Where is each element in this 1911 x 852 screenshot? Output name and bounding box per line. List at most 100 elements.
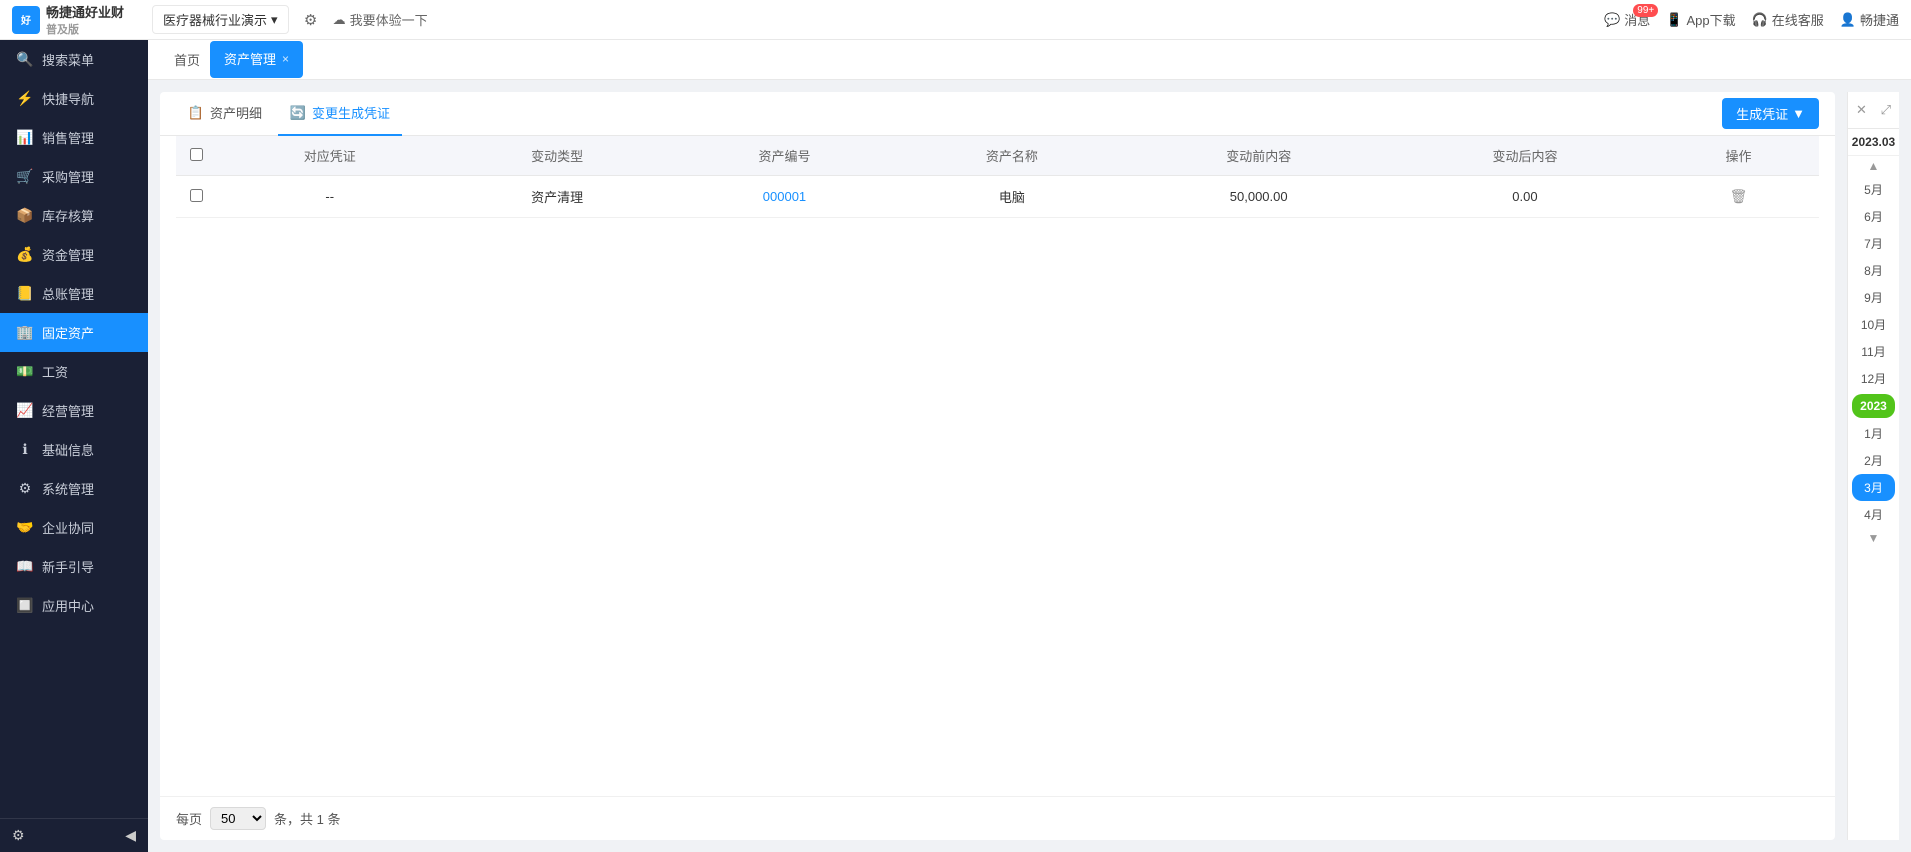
- inner-tab-asset-detail[interactable]: 📋 资产明细: [176, 92, 274, 136]
- right-panel-expand-icon[interactable]: ⤢: [1879, 100, 1893, 120]
- inner-tab-change-voucher[interactable]: 🔄 变更生成凭证: [278, 92, 402, 136]
- sidebar-item-payroll[interactable]: 💵 工资: [0, 352, 148, 391]
- year-2023-label: 2023: [1852, 394, 1895, 418]
- col-action: 操作: [1658, 136, 1819, 176]
- cell-asset-name: 电脑: [898, 176, 1125, 218]
- sidebar: 🔍 搜索菜单 ⚡ 快捷导航 📊 销售管理 🛒 采购管理 📦 库存核算 💰 资金管…: [0, 40, 148, 852]
- tabs-bar: 首页 资产管理 ×: [148, 40, 1911, 80]
- sidebar-item-search[interactable]: 🔍 搜索菜单: [0, 40, 148, 79]
- right-panel-close-icon[interactable]: ✕: [1854, 100, 1869, 120]
- sidebar-item-sales[interactable]: 📊 销售管理: [0, 118, 148, 157]
- sidebar-item-enterprise[interactable]: 🤝 企业协同: [0, 508, 148, 547]
- col-voucher: 对应凭证: [216, 136, 443, 176]
- sidebar-item-guide[interactable]: 📖 新手引导: [0, 547, 148, 586]
- lightning-icon: ⚡: [16, 90, 34, 108]
- tab-asset-management[interactable]: 资产管理 ×: [210, 41, 303, 78]
- cell-action: 🗑: [1658, 176, 1819, 218]
- scroll-up-icon[interactable]: ▲: [1866, 158, 1882, 174]
- select-all-checkbox[interactable]: [190, 148, 203, 161]
- cell-before-content: 50,000.00: [1126, 176, 1392, 218]
- sidebar-item-app-center[interactable]: 🔲 应用中心: [0, 586, 148, 625]
- main-card: 📋 资产明细 🔄 变更生成凭证 生成凭证 ▼: [160, 92, 1835, 840]
- dropdown-icon: ▼: [1792, 106, 1805, 121]
- month-2[interactable]: 2月: [1848, 447, 1899, 474]
- cart-icon: 🛒: [16, 168, 34, 186]
- delete-row-button[interactable]: 🗑: [1724, 186, 1754, 207]
- trend-icon: 📈: [16, 402, 34, 420]
- cell-asset-code[interactable]: 000001: [671, 176, 898, 218]
- table-row: -- 资产清理 000001 电脑 50,000.00 0.00 🗑: [176, 176, 1819, 218]
- user-profile-button[interactable]: 👤 畅捷通: [1840, 10, 1899, 29]
- user-icon: 👤: [1840, 12, 1856, 28]
- month-6[interactable]: 6月: [1848, 203, 1899, 230]
- checkbox-header: [176, 136, 216, 176]
- page-size-select[interactable]: 50 10 20 100: [210, 807, 266, 830]
- row-select-checkbox[interactable]: [190, 189, 203, 202]
- content-area: 首页 资产管理 × 📋 资产明细 🔄 变更生成凭证: [148, 40, 1911, 852]
- sidebar-collapse-icon[interactable]: ◀: [125, 827, 136, 844]
- sidebar-bottom: ⚙ ◀: [0, 818, 148, 852]
- sidebar-item-funds[interactable]: 💰 资金管理: [0, 235, 148, 274]
- month-5[interactable]: 5月: [1848, 176, 1899, 203]
- brand-logo: 好 畅捷通好业财 普及版: [12, 2, 124, 37]
- info-icon: ℹ: [16, 441, 34, 459]
- table-wrapper: 对应凭证 变动类型 资产编号 资产名称 变动前内容 变动后内容 操作: [160, 136, 1835, 796]
- company-selector[interactable]: 医疗器械行业演示 ▾: [152, 5, 289, 34]
- month-3-current[interactable]: 3月: [1852, 474, 1895, 501]
- book-icon: 📒: [16, 285, 34, 303]
- gear-icon: ⚙: [16, 480, 34, 498]
- messages-button[interactable]: 💬 消息 99+: [1604, 10, 1650, 29]
- brand-name: 畅捷通好业财 普及版: [46, 2, 124, 37]
- header-left: 好 畅捷通好业财 普及版 医疗器械行业演示 ▾ ⚙ ☁ 我要体验一下: [12, 2, 1604, 37]
- sidebar-item-system[interactable]: ⚙ 系统管理: [0, 469, 148, 508]
- tab-close-icon[interactable]: ×: [282, 52, 289, 66]
- list-icon: 📋: [188, 105, 204, 121]
- app-download-button[interactable]: 📱 App下载: [1666, 10, 1735, 29]
- month-1[interactable]: 1月: [1848, 420, 1899, 447]
- generate-voucher-button[interactable]: 生成凭证 ▼: [1722, 98, 1819, 129]
- scroll-down-icon[interactable]: ▼: [1866, 530, 1882, 546]
- month-9[interactable]: 9月: [1848, 284, 1899, 311]
- cell-voucher: --: [216, 176, 443, 218]
- chart-icon: 📊: [16, 129, 34, 147]
- data-table: 对应凭证 变动类型 资产编号 资产名称 变动前内容 变动后内容 操作: [176, 136, 1819, 218]
- right-panel-year: 2023.03: [1848, 129, 1899, 156]
- tab-home[interactable]: 首页: [164, 42, 210, 77]
- customer-service-button[interactable]: 🎧 在线客服: [1752, 10, 1824, 29]
- month-10[interactable]: 10月: [1848, 311, 1899, 338]
- money-icon: 💰: [16, 246, 34, 264]
- sidebar-item-inventory[interactable]: 📦 库存核算: [0, 196, 148, 235]
- month-8[interactable]: 8月: [1848, 257, 1899, 284]
- toolbar-area: 生成凭证 ▼: [406, 98, 1819, 129]
- sidebar-item-quicknav[interactable]: ⚡ 快捷导航: [0, 79, 148, 118]
- inner-tabs: 📋 资产明细 🔄 变更生成凭证 生成凭证 ▼: [160, 92, 1835, 136]
- sidebar-item-purchase[interactable]: 🛒 采购管理: [0, 157, 148, 196]
- col-asset-code: 资产编号: [671, 136, 898, 176]
- cloud-icon: ☁: [333, 12, 346, 28]
- sidebar-settings-icon[interactable]: ⚙: [12, 827, 25, 844]
- settings-button[interactable]: ⚙: [297, 6, 325, 34]
- header-right: 💬 消息 99+ 📱 App下载 🎧 在线客服 👤 畅捷通: [1604, 10, 1899, 29]
- right-panel: ✕ ⤢ 2023.03 ▲ 5月 6月 7月 8月 9月 10月 11月 12月…: [1847, 92, 1899, 840]
- phone-icon: 📱: [1666, 12, 1682, 28]
- col-asset-name: 资产名称: [898, 136, 1125, 176]
- month-11[interactable]: 11月: [1848, 338, 1899, 365]
- month-12[interactable]: 12月: [1848, 365, 1899, 392]
- sidebar-item-fixed-assets[interactable]: 🏢 固定资产: [0, 313, 148, 352]
- sidebar-item-operations[interactable]: 📈 经营管理: [0, 391, 148, 430]
- sidebar-item-ledger[interactable]: 📒 总账管理: [0, 274, 148, 313]
- box-icon: 📦: [16, 207, 34, 225]
- headset-icon: 🎧: [1752, 12, 1768, 28]
- search-icon: 🔍: [16, 51, 34, 69]
- col-change-type: 变动类型: [443, 136, 670, 176]
- guide-icon: 📖: [16, 558, 34, 576]
- cell-after-content: 0.00: [1392, 176, 1658, 218]
- table-header-row: 对应凭证 变动类型 资产编号 资产名称 变动前内容 变动后内容 操作: [176, 136, 1819, 176]
- sidebar-item-basic-info[interactable]: ℹ 基础信息: [0, 430, 148, 469]
- month-4[interactable]: 4月: [1848, 501, 1899, 528]
- experience-button[interactable]: ☁ 我要体验一下: [333, 10, 428, 29]
- month-7[interactable]: 7月: [1848, 230, 1899, 257]
- row-checkbox: [176, 176, 216, 218]
- main-layout: 🔍 搜索菜单 ⚡ 快捷导航 📊 销售管理 🛒 采购管理 📦 库存核算 💰 资金管…: [0, 40, 1911, 852]
- grid-icon: 🔲: [16, 597, 34, 615]
